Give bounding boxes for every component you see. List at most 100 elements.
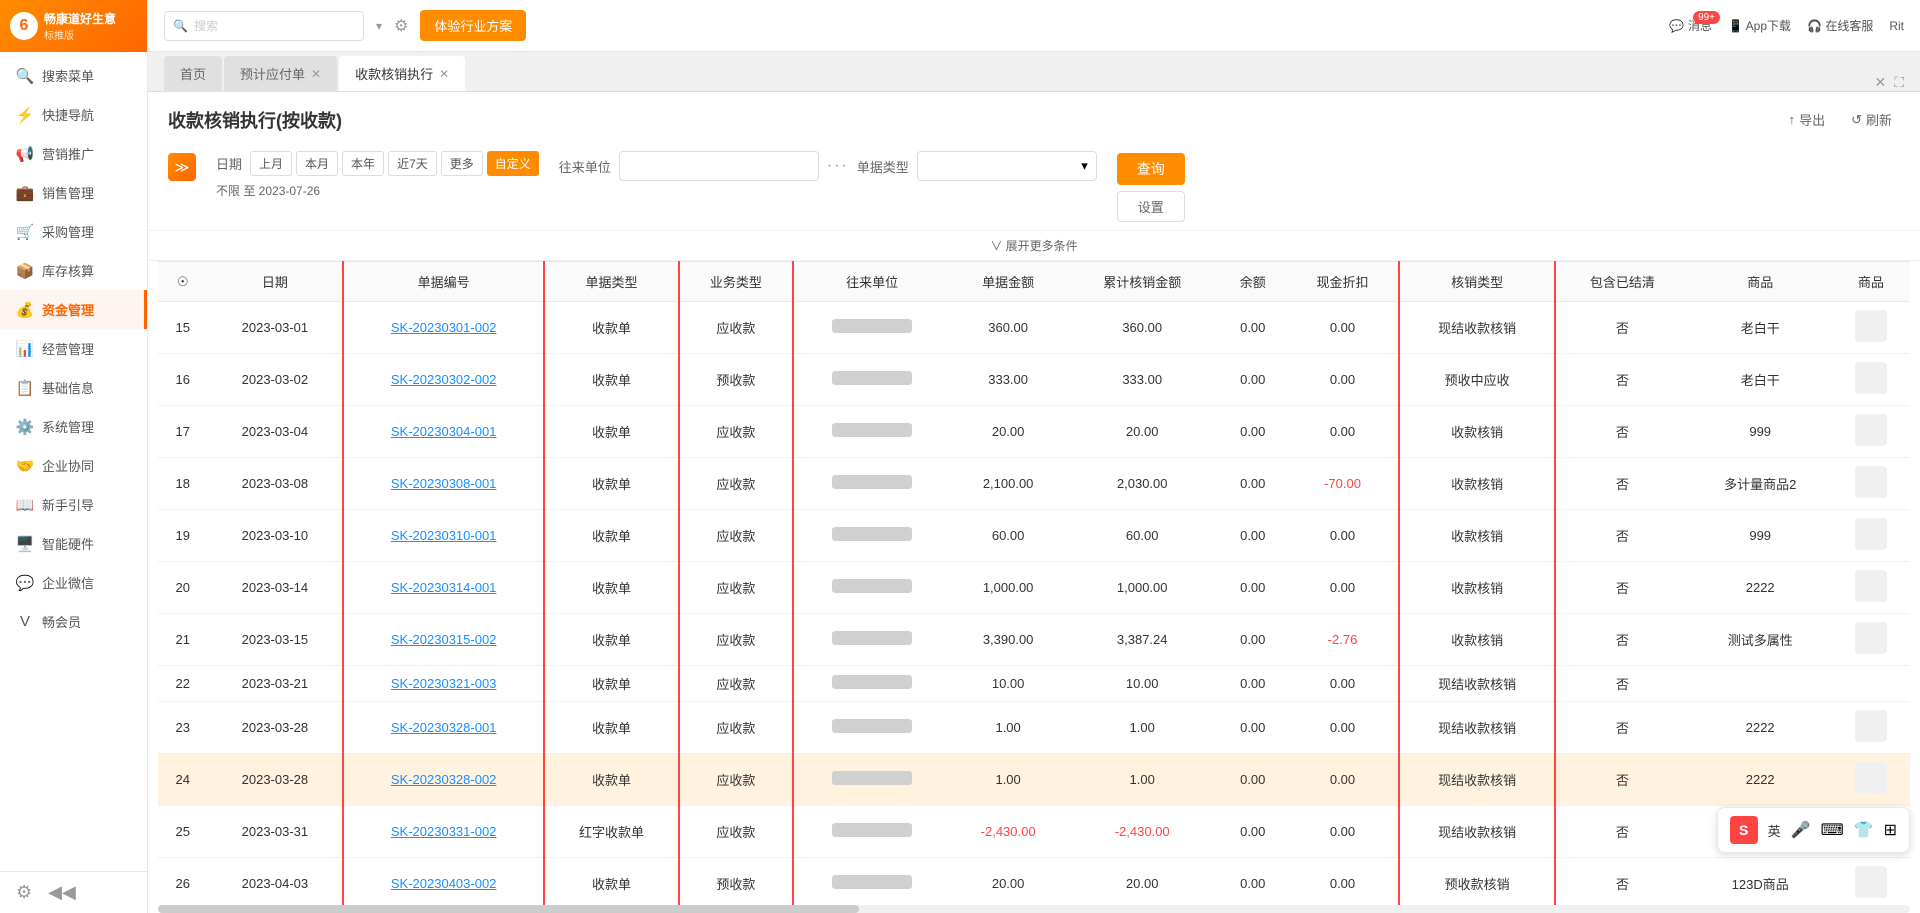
tab-close-1[interactable]: ✕ — [311, 67, 321, 81]
doc-no-link-5[interactable]: SK-20230314-001 — [391, 580, 497, 595]
sidebar-item-7[interactable]: 📊经营管理 — [0, 329, 147, 368]
counterparty-input[interactable] — [619, 151, 819, 181]
sidebar-item-10[interactable]: 🤝企业协同 — [0, 446, 147, 485]
dropdown-arrow-icon[interactable]: ▾ — [376, 19, 382, 33]
doc-type-select[interactable]: ▾ — [917, 151, 1097, 181]
doc-no-link-2[interactable]: SK-20230304-001 — [391, 424, 497, 439]
app-download-link[interactable]: 📱 App下载 — [1728, 17, 1791, 34]
doc-no-link-0[interactable]: SK-20230301-002 — [391, 320, 497, 335]
export-button[interactable]: ↑ 导出 — [1781, 106, 1834, 133]
tab-1[interactable]: 预计应付单✕ — [224, 56, 337, 91]
th-amount[interactable]: 单据金额 — [950, 262, 1065, 302]
th-product2[interactable]: 商品 — [1832, 262, 1910, 302]
cell-doctype-11: 收款单 — [544, 858, 679, 906]
grid-icon[interactable]: ⊞ — [1884, 820, 1897, 840]
sidebar-item-8[interactable]: 📋基础信息 — [0, 368, 147, 407]
cell-biztype-9: 应收款 — [679, 754, 793, 806]
refresh-button[interactable]: ↺ 刷新 — [1843, 106, 1900, 133]
th-counterparty[interactable]: 往来单位 — [793, 262, 951, 302]
sidebar-item-6[interactable]: 💰资金管理 — [0, 290, 147, 329]
th-date[interactable]: 日期 — [208, 262, 344, 302]
sidebar-item-0[interactable]: 🔍搜索菜单 — [0, 56, 147, 95]
horizontal-scrollbar[interactable] — [158, 905, 1910, 913]
sidebar-item-12[interactable]: 🖥️智能硬件 — [0, 524, 147, 563]
doc-no-link-4[interactable]: SK-20230310-001 — [391, 528, 497, 543]
user-menu[interactable]: Rit — [1889, 19, 1904, 33]
cell-settled-6: 3,387.24 — [1066, 614, 1219, 666]
cell-biztype-7: 应收款 — [679, 666, 793, 702]
topbar: 🔍 搜索 ▾ ⚙ 体验行业方案 💬 消息 99+ 📱 App下载 🎧 在线客服 … — [148, 0, 1920, 52]
sidebar-item-3[interactable]: 💼销售管理 — [0, 173, 147, 212]
cell-docno-5: SK-20230314-001 — [343, 562, 544, 614]
doc-no-link-8[interactable]: SK-20230328-001 — [391, 720, 497, 735]
last-7days-btn[interactable]: 近7天 — [388, 151, 437, 176]
this-month-btn[interactable]: 本月 — [296, 151, 338, 176]
cell-counterparty-10 — [793, 806, 951, 858]
cell-date-4: 2023-03-10 — [208, 510, 344, 562]
custom-date-btn[interactable]: 自定义 — [487, 151, 539, 176]
doc-no-link-6[interactable]: SK-20230315-002 — [391, 632, 497, 647]
close-tab-icon[interactable]: ✕ — [1874, 74, 1886, 91]
sidebar-logo: 6 畅康道好生意 标推版 — [0, 0, 147, 52]
sidebar-item-4[interactable]: 🛒采购管理 — [0, 212, 147, 251]
th-biz-type[interactable]: 业务类型 — [679, 262, 793, 302]
th-included[interactable]: 包含已结清 — [1555, 262, 1688, 302]
scrollbar-thumb[interactable] — [158, 905, 859, 913]
message-button[interactable]: 💬 消息 99+ — [1669, 17, 1712, 34]
th-discount[interactable]: 现金折扣 — [1287, 262, 1399, 302]
page-title: 收款核销执行(按收款) — [168, 107, 342, 133]
sidebar-icon-3: 💼 — [16, 184, 34, 202]
doc-no-link-7[interactable]: SK-20230321-003 — [391, 676, 497, 691]
cell-doctype-0: 收款单 — [544, 302, 679, 354]
doc-no-link-1[interactable]: SK-20230302-002 — [391, 372, 497, 387]
th-balance[interactable]: 余额 — [1219, 262, 1287, 302]
expand-tab-icon[interactable]: ⛶ — [1894, 74, 1904, 91]
mic-icon[interactable]: 🎤 — [1791, 820, 1811, 840]
doc-no-link-9[interactable]: SK-20230328-002 — [391, 772, 497, 787]
doc-no-link-11[interactable]: SK-20230403-002 — [391, 876, 497, 891]
gear-icon[interactable]: ⚙ — [394, 16, 408, 36]
th-doc-type[interactable]: 单据类型 — [544, 262, 679, 302]
th-product1[interactable]: 商品 — [1688, 262, 1831, 302]
settings-button[interactable]: 设置 — [1117, 191, 1185, 222]
collapse-icon[interactable]: ◀◀ — [48, 882, 76, 903]
sidebar-item-13[interactable]: 💬企业微信 — [0, 563, 147, 602]
sidebar-item-2[interactable]: 📢营销推广 — [0, 134, 147, 173]
settings-icon[interactable]: ⚙ — [16, 882, 32, 903]
keyboard-icon[interactable]: ⌨ — [1821, 820, 1844, 840]
expand-conditions-row[interactable]: ∨ 展开更多条件 — [148, 231, 1920, 261]
doc-no-link-10[interactable]: SK-20230331-002 — [391, 824, 497, 839]
tab-close-2[interactable]: ✕ — [439, 67, 449, 81]
query-button[interactable]: 查询 — [1117, 153, 1185, 185]
product-thumb-2 — [1855, 414, 1887, 446]
tab-0[interactable]: 首页 — [164, 56, 222, 91]
tab-2[interactable]: 收款核销执行✕ — [339, 56, 465, 91]
service-link[interactable]: 🎧 在线客服 — [1807, 17, 1873, 34]
cell-docno-3: SK-20230308-001 — [343, 458, 544, 510]
cell-date-5: 2023-03-14 — [208, 562, 344, 614]
sidebar-item-1[interactable]: ⚡快捷导航 — [0, 95, 147, 134]
search-box[interactable]: 🔍 搜索 — [164, 11, 364, 41]
more-dates-btn[interactable]: 更多 — [441, 151, 483, 176]
this-year-btn[interactable]: 本年 — [342, 151, 384, 176]
th-write-off-type[interactable]: 核销类型 — [1399, 262, 1555, 302]
cell-no-2: 17 — [158, 406, 208, 458]
solution-button[interactable]: 体验行业方案 — [420, 10, 526, 41]
doc-no-link-3[interactable]: SK-20230308-001 — [391, 476, 497, 491]
cell-settled-2: 20.00 — [1066, 406, 1219, 458]
cell-balance-8: 0.00 — [1219, 702, 1287, 754]
sidebar-item-11[interactable]: 📖新手引导 — [0, 485, 147, 524]
cell-amount-7: 10.00 — [950, 666, 1065, 702]
filter-toggle-btn[interactable]: ≫ — [168, 153, 196, 181]
th-settled[interactable]: 累计核销金额 — [1066, 262, 1219, 302]
float-text: 英 — [1768, 821, 1781, 840]
last-month-btn[interactable]: 上月 — [250, 151, 292, 176]
th-doc-no[interactable]: 单据编号 — [343, 262, 544, 302]
sidebar-item-9[interactable]: ⚙️系统管理 — [0, 407, 147, 446]
sidebar-icon-12: 🖥️ — [16, 535, 34, 553]
sidebar-item-5[interactable]: 📦库存核算 — [0, 251, 147, 290]
cell-biztype-6: 应收款 — [679, 614, 793, 666]
sidebar-item-14[interactable]: V畅会员 — [0, 602, 147, 641]
cell-product2-7 — [1832, 666, 1910, 702]
shirt-icon[interactable]: 👕 — [1854, 820, 1874, 840]
